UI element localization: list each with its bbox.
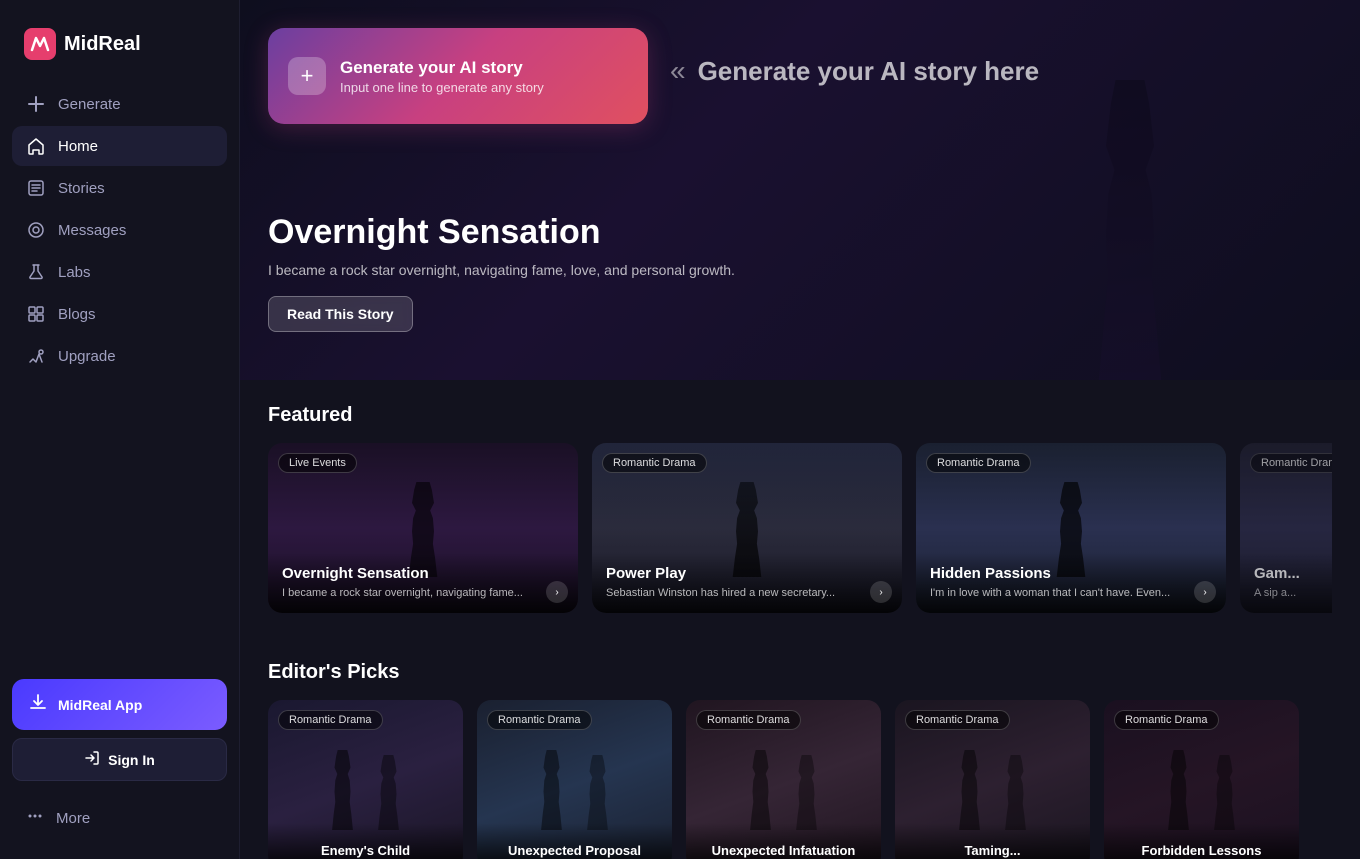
sidebar-home-label: Home: [58, 138, 98, 155]
midreal-app-button[interactable]: MidReal App: [12, 679, 227, 730]
generate-here-area: « Generate your AI story here: [670, 55, 1039, 87]
picks-card-forbidden[interactable]: Romantic Drama Forbidden Lessons: [1104, 700, 1299, 859]
picks-cards-row: Romantic Drama Enemy's Child Romantic Dr…: [268, 700, 1332, 859]
picks-badge-proposal: Romantic Drama: [487, 710, 592, 730]
sidebar-item-blogs[interactable]: Blogs: [12, 294, 227, 334]
home-icon: [26, 136, 46, 156]
picks-card-proposal[interactable]: Romantic Drama Unexpected Proposal: [477, 700, 672, 859]
sidebar-messages-label: Messages: [58, 222, 126, 239]
logo-icon: [24, 28, 56, 60]
generate-here-text: Generate your AI story here: [698, 56, 1040, 87]
featured-cards-row: Live Events Overnight Sensation I became…: [268, 443, 1332, 613]
picks-card-infatuation[interactable]: Romantic Drama Unexpected Infatuation: [686, 700, 881, 859]
picks-overlay-enemy: Enemy's Child: [268, 823, 463, 859]
card-desc-game: A sip a...: [1254, 586, 1332, 601]
card-overlay-power: Power Play Sebastian Winston has hired a…: [592, 553, 902, 613]
featured-card-power[interactable]: Romantic Drama Power Play Sebastian Wins…: [592, 443, 902, 613]
sidebar-blogs-label: Blogs: [58, 306, 96, 323]
picks-overlay-forbidden: Forbidden Lessons: [1104, 823, 1299, 859]
generate-plus-icon: +: [288, 57, 326, 95]
editors-picks-title: Editor's Picks: [268, 637, 1332, 684]
card-badge-overnight: Live Events: [278, 453, 357, 473]
featured-title: Featured: [268, 380, 1332, 427]
hero-story-title: Overnight Sensation: [268, 213, 735, 252]
picks-title-proposal: Unexpected Proposal: [487, 843, 662, 859]
card-badge-game: Romantic Drama: [1250, 453, 1332, 473]
generate-banner[interactable]: + Generate your AI story Input one line …: [268, 28, 648, 124]
picks-title-taming: Taming...: [905, 843, 1080, 859]
sidebar-labs-label: Labs: [58, 264, 91, 281]
sidebar-item-upgrade[interactable]: Upgrade: [12, 336, 227, 376]
picks-card-taming[interactable]: Romantic Drama Taming...: [895, 700, 1090, 859]
picks-overlay-proposal: Unexpected Proposal: [477, 823, 672, 859]
card-arrow-hidden: ›: [1194, 581, 1216, 603]
sidebar-item-generate[interactable]: Generate: [12, 84, 227, 124]
upgrade-icon: [26, 346, 46, 366]
sidebar-upgrade-label: Upgrade: [58, 348, 116, 365]
more-button[interactable]: More: [12, 797, 227, 839]
logo[interactable]: MidReal: [12, 20, 227, 84]
card-overlay-game: Gam... A sip a...: [1240, 553, 1332, 613]
card-arrow-overnight: ›: [546, 581, 568, 603]
sidebar-item-messages[interactable]: Messages: [12, 210, 227, 250]
card-title-hidden: Hidden Passions: [930, 565, 1212, 582]
picks-badge-forbidden: Romantic Drama: [1114, 710, 1219, 730]
featured-section: Featured Live Events Overnight Sensation…: [240, 380, 1360, 637]
hero-story-info: Overnight Sensation I became a rock star…: [268, 213, 735, 332]
more-icon: [26, 807, 44, 829]
card-arrow-power: ›: [870, 581, 892, 603]
sign-in-label: Sign In: [108, 752, 155, 768]
more-label: More: [56, 810, 90, 827]
card-overlay-hidden: Hidden Passions I'm in love with a woman…: [916, 553, 1226, 613]
sidebar-item-labs[interactable]: Labs: [12, 252, 227, 292]
card-title-power: Power Play: [606, 565, 888, 582]
picks-badge-taming: Romantic Drama: [905, 710, 1010, 730]
sidebar: MidReal Generate Home Stories: [0, 0, 240, 859]
card-title-game: Gam...: [1254, 565, 1332, 582]
download-icon: [28, 693, 48, 716]
card-badge-hidden: Romantic Drama: [926, 453, 1031, 473]
card-desc-overnight: I became a rock star overnight, navigati…: [282, 586, 564, 601]
blogs-icon: [26, 304, 46, 324]
picks-overlay-infatuation: Unexpected Infatuation: [686, 823, 881, 859]
featured-card-hidden[interactable]: Romantic Drama Hidden Passions I'm in lo…: [916, 443, 1226, 613]
midreal-app-label: MidReal App: [58, 697, 142, 713]
card-title-overnight: Overnight Sensation: [282, 565, 564, 582]
sidebar-item-home[interactable]: Home: [12, 126, 227, 166]
picks-title-enemy: Enemy's Child: [278, 843, 453, 859]
read-story-button[interactable]: Read This Story: [268, 296, 413, 332]
hero-area: + Generate your AI story Input one line …: [240, 0, 1360, 380]
picks-overlay-taming: Taming...: [895, 823, 1090, 859]
sidebar-generate-label: Generate: [58, 96, 121, 113]
card-badge-power: Romantic Drama: [602, 453, 707, 473]
main-content: + Generate your AI story Input one line …: [240, 0, 1360, 859]
labs-icon: [26, 262, 46, 282]
generate-icon: [26, 94, 46, 114]
sidebar-stories-label: Stories: [58, 180, 105, 197]
picks-card-enemy[interactable]: Romantic Drama Enemy's Child: [268, 700, 463, 859]
card-desc-hidden: I'm in love with a woman that I can't ha…: [930, 586, 1212, 601]
featured-card-overnight[interactable]: Live Events Overnight Sensation I became…: [268, 443, 578, 613]
editors-picks-section: Editor's Picks Romantic Drama Enemy's Ch…: [240, 637, 1360, 859]
hero-story-desc: I became a rock star overnight, navigati…: [268, 262, 735, 278]
card-overlay-overnight: Overnight Sensation I became a rock star…: [268, 553, 578, 613]
picks-title-forbidden: Forbidden Lessons: [1114, 843, 1289, 859]
sidebar-item-stories[interactable]: Stories: [12, 168, 227, 208]
picks-badge-enemy: Romantic Drama: [278, 710, 383, 730]
card-desc-power: Sebastian Winston has hired a new secret…: [606, 586, 888, 601]
featured-card-game[interactable]: Romantic Drama Gam... A sip a...: [1240, 443, 1332, 613]
sign-in-icon: [84, 750, 100, 769]
messages-icon: [26, 220, 46, 240]
stories-icon: [26, 178, 46, 198]
generate-text: Generate your AI story Input one line to…: [340, 58, 544, 95]
double-arrow-icon: «: [670, 55, 686, 87]
picks-badge-infatuation: Romantic Drama: [696, 710, 801, 730]
sign-in-button[interactable]: Sign In: [12, 738, 227, 781]
logo-text: MidReal: [64, 33, 141, 56]
picks-title-infatuation: Unexpected Infatuation: [696, 843, 871, 859]
generate-subtitle: Input one line to generate any story: [340, 80, 544, 95]
generate-title: Generate your AI story: [340, 58, 544, 78]
